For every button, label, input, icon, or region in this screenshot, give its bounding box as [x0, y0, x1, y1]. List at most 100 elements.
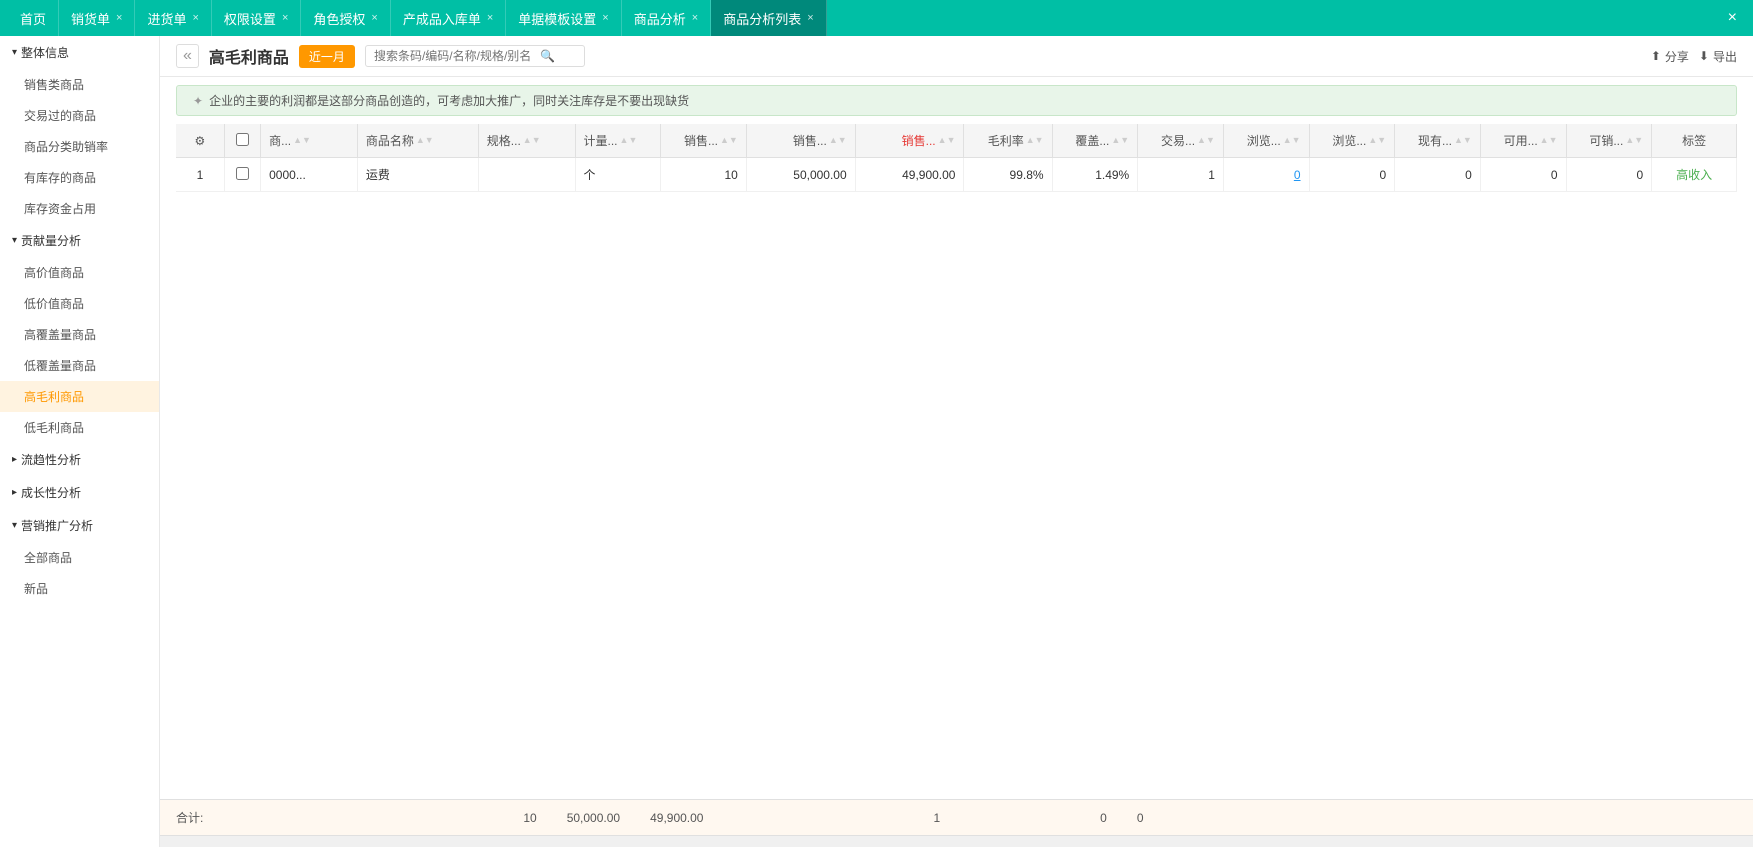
tab-product-analysis-list[interactable]: 商品分析列表 ×: [711, 0, 826, 36]
table-header-row: ⚙ 商... ▲▼ 商品名称: [176, 124, 1737, 158]
row-cover: 1.49%: [1052, 158, 1138, 192]
col-sales-profit-header[interactable]: 销售... ▲▼: [855, 124, 964, 158]
row-margin: 99.8%: [964, 158, 1052, 192]
sidebar-group-growth[interactable]: ▸ 成长性分析: [0, 476, 159, 509]
row-browse2: 0: [1309, 158, 1395, 192]
close-icon[interactable]: ×: [807, 12, 813, 24]
search-input[interactable]: [374, 49, 534, 63]
row-spec: [478, 158, 575, 192]
close-icon[interactable]: ×: [192, 12, 198, 24]
close-icon[interactable]: ×: [692, 12, 698, 24]
top-navigation: 首页 销货单 × 进货单 × 权限设置 × 角色授权 × 产成品入库单 × 单据…: [0, 0, 1753, 36]
main-layout: ▾ 整体信息 销售类商品 交易过的商品 商品分类助销率 有库存的商品 库存资金占…: [0, 36, 1753, 847]
sidebar-item-low-margin[interactable]: 低毛利商品: [0, 412, 159, 443]
tab-product-inbound[interactable]: 产成品入库单 ×: [391, 0, 506, 36]
col-tag-header[interactable]: 标签: [1652, 124, 1737, 158]
horizontal-scrollbar[interactable]: [160, 835, 1753, 847]
content-area: « 高毛利商品 近一月 🔍 ⬆ 分享 ⬇ 导出 ✦ 企业的主要的利润都是这部: [160, 36, 1753, 847]
col-sales-amt-header[interactable]: 销售... ▲▼: [746, 124, 855, 158]
col-browse2-header[interactable]: 浏览... ▲▼: [1309, 124, 1395, 158]
select-all-checkbox[interactable]: [236, 133, 249, 146]
info-icon: ✦: [193, 94, 203, 108]
tab-sales-order[interactable]: 销货单 ×: [59, 0, 135, 36]
sidebar-group-trend[interactable]: ▸ 流趋性分析: [0, 443, 159, 476]
sidebar-collapse-button[interactable]: «: [176, 44, 199, 68]
footer-trade: 1: [933, 811, 940, 825]
sidebar-item-new-products[interactable]: 新品: [0, 573, 159, 604]
close-icon[interactable]: ×: [116, 12, 122, 24]
tab-template-settings[interactable]: 单据模板设置 ×: [506, 0, 621, 36]
close-icon[interactable]: ×: [487, 12, 493, 24]
chevron-down-icon: ▾: [12, 235, 17, 246]
col-margin-header[interactable]: 毛利率 ▲▼: [964, 124, 1052, 158]
page-title: 高毛利商品: [209, 44, 289, 68]
tab-permission-settings[interactable]: 权限设置 ×: [212, 0, 301, 36]
sidebar-item-high-margin[interactable]: 高毛利商品: [0, 381, 159, 412]
share-icon: ⬆: [1651, 49, 1661, 63]
window-close-button[interactable]: ×: [1720, 9, 1745, 27]
row-select-checkbox[interactable]: [236, 167, 249, 180]
sort-icon: ▲▼: [1454, 136, 1472, 145]
col-sales-qty-header[interactable]: 销售... ▲▼: [661, 124, 747, 158]
close-icon[interactable]: ×: [371, 12, 377, 24]
sort-icon: ▲▼: [523, 136, 541, 145]
col-name-header[interactable]: 商品名称 ▲▼: [357, 124, 478, 158]
sidebar: ▾ 整体信息 销售类商品 交易过的商品 商品分类助销率 有库存的商品 库存资金占…: [0, 36, 160, 847]
sidebar-item-high-coverage[interactable]: 高覆盖量商品: [0, 319, 159, 350]
sidebar-item-stock-capital[interactable]: 库存资金占用: [0, 193, 159, 224]
search-icon[interactable]: 🔍: [540, 49, 555, 63]
row-sales-amt: 50,000.00: [746, 158, 855, 192]
sort-icon: ▲▼: [1283, 136, 1301, 145]
sort-icon: ▲▼: [293, 136, 311, 145]
sort-icon: ▲▼: [829, 136, 847, 145]
footer-label: 合计:: [176, 809, 203, 826]
col-checkbox[interactable]: [224, 124, 260, 158]
share-button[interactable]: ⬆ 分享: [1651, 48, 1689, 65]
sidebar-group-contribution[interactable]: ▾ 贡献量分析: [0, 224, 159, 257]
sort-icon: ▲▼: [1625, 136, 1643, 145]
col-stock1-header[interactable]: 现有... ▲▼: [1395, 124, 1481, 158]
tab-role-auth[interactable]: 角色授权 ×: [301, 0, 390, 36]
row-sales-qty: 10: [661, 158, 747, 192]
row-code: 0000...: [261, 158, 358, 192]
sidebar-item-all-products[interactable]: 全部商品: [0, 542, 159, 573]
export-button[interactable]: ⬇ 导出: [1699, 48, 1737, 65]
row-num: 1: [176, 158, 224, 192]
close-icon[interactable]: ×: [282, 12, 288, 24]
sidebar-group-marketing[interactable]: ▾ 营销推广分析: [0, 509, 159, 542]
sidebar-item-traded-products[interactable]: 交易过的商品: [0, 100, 159, 131]
sidebar-item-high-value[interactable]: 高价值商品: [0, 257, 159, 288]
row-name: 运费: [357, 158, 478, 192]
col-cover-header[interactable]: 覆盖... ▲▼: [1052, 124, 1138, 158]
export-icon: ⬇: [1699, 49, 1709, 63]
col-settings[interactable]: ⚙: [176, 124, 224, 158]
row-stock1: 0: [1395, 158, 1481, 192]
sidebar-group-overall[interactable]: ▾ 整体信息: [0, 36, 159, 69]
tab-home[interactable]: 首页: [8, 0, 59, 36]
col-stock3-header[interactable]: 可销... ▲▼: [1566, 124, 1652, 158]
date-filter-button[interactable]: 近一月: [299, 45, 355, 68]
col-browse1-header[interactable]: 浏览... ▲▼: [1223, 124, 1309, 158]
col-trade-header[interactable]: 交易... ▲▼: [1138, 124, 1224, 158]
row-browse1[interactable]: 0: [1223, 158, 1309, 192]
row-checkbox[interactable]: [224, 158, 260, 192]
sidebar-item-low-value[interactable]: 低价值商品: [0, 288, 159, 319]
chevron-right-icon: ▸: [12, 454, 17, 465]
row-trade: 1: [1138, 158, 1224, 192]
col-spec-header[interactable]: 规格... ▲▼: [478, 124, 575, 158]
chevron-down-icon: ▾: [12, 520, 17, 531]
chevron-right-icon: ▸: [12, 487, 17, 498]
sidebar-item-sales-products[interactable]: 销售类商品: [0, 69, 159, 100]
search-box: 🔍: [365, 45, 585, 67]
close-icon[interactable]: ×: [602, 12, 608, 24]
tab-product-analysis[interactable]: 商品分析 ×: [622, 0, 711, 36]
sidebar-item-category-assist-rate[interactable]: 商品分类助销率: [0, 131, 159, 162]
col-unit-header[interactable]: 计量... ▲▼: [575, 124, 661, 158]
col-stock2-header[interactable]: 可用... ▲▼: [1480, 124, 1566, 158]
tab-purchase-order[interactable]: 进货单 ×: [135, 0, 211, 36]
sidebar-item-low-coverage[interactable]: 低覆盖量商品: [0, 350, 159, 381]
row-tag: 高收入: [1652, 158, 1737, 192]
col-code-header[interactable]: 商... ▲▼: [261, 124, 358, 158]
sidebar-item-in-stock-products[interactable]: 有库存的商品: [0, 162, 159, 193]
footer-total-bar: 合计: 10 50,000.00 49,900.00 1 0 0: [160, 799, 1753, 835]
